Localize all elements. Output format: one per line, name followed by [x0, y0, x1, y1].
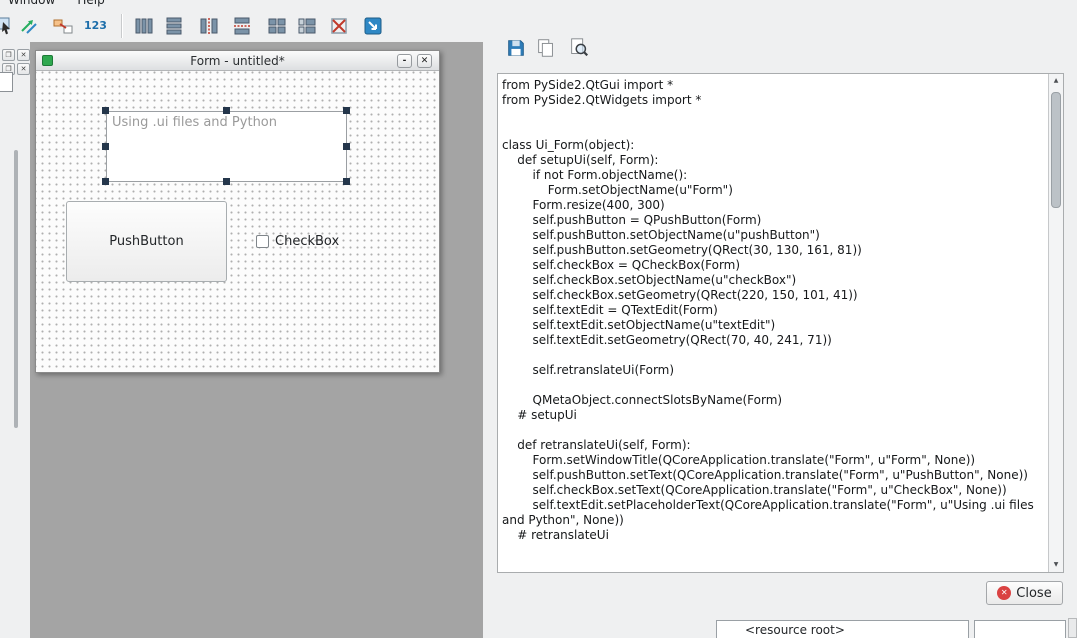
- code-line: self.textEdit = QTextEdit(Form): [502, 303, 1046, 318]
- code-line: self.checkBox.setObjectName(u"checkBox"): [502, 273, 1046, 288]
- selection-handle-bottom-left[interactable]: [102, 178, 109, 185]
- close-button[interactable]: ✕: [417, 54, 432, 68]
- selection-handle-mid-left[interactable]: [102, 143, 109, 150]
- selection-handle-top-left[interactable]: [102, 107, 109, 114]
- code-line: [502, 123, 1046, 138]
- code-line: self.checkBox.setText(QCoreApplication.t…: [502, 483, 1046, 498]
- code-line: Form.resize(400, 300): [502, 198, 1046, 213]
- code-preview-dialog: from PySide2.QtGui import * from PySide2…: [483, 0, 1077, 616]
- form-window-titlebar[interactable]: Form - untitled* - ✕: [36, 51, 439, 71]
- code-line: Form.setObjectName(u"Form"): [502, 183, 1046, 198]
- widget-box-filter-input[interactable]: [0, 72, 13, 92]
- menu-window[interactable]: Window: [8, 0, 55, 7]
- code-line: def retranslateUi(self, Form):: [502, 438, 1046, 453]
- selection-handle-bottom-right[interactable]: [343, 178, 350, 185]
- widget-box-scrollbar[interactable]: [14, 150, 18, 428]
- qt-designer-window: Window Help 123: [0, 0, 1077, 638]
- pushbutton-widget[interactable]: PushButton: [66, 201, 227, 282]
- code-line: self.textEdit.setGeometry(QRect(70, 40, …: [502, 333, 1046, 348]
- dock-close-icon[interactable]: ✕: [17, 63, 30, 75]
- code-line: self.pushButton.setGeometry(QRect(30, 13…: [502, 243, 1046, 258]
- find-icon[interactable]: [568, 37, 590, 59]
- code-line: self.pushButton.setText(QCoreApplication…: [502, 468, 1046, 483]
- resource-panel-fragment: [974, 620, 1066, 638]
- code-line: [502, 348, 1046, 363]
- code-line: self.checkBox = QCheckBox(Form): [502, 258, 1046, 273]
- layout-vertically-icon[interactable]: [163, 15, 185, 37]
- layout-in-form-layout-icon[interactable]: [296, 15, 318, 37]
- code-line: from PySide2.QtWidgets import *: [502, 93, 1046, 108]
- pushbutton-label: PushButton: [109, 234, 183, 249]
- code-line: from PySide2.QtGui import *: [502, 78, 1046, 93]
- form-window-title: Form - untitled*: [36, 54, 439, 68]
- code-line: and Python", None)): [502, 513, 1046, 528]
- dock-close-icon[interactable]: ✕: [17, 49, 30, 61]
- minimize-button[interactable]: -: [397, 54, 412, 68]
- checkbox-indicator[interactable]: [256, 235, 269, 248]
- layout-vertically-in-splitter-icon[interactable]: [231, 15, 253, 37]
- code-scrollbar[interactable]: ▲ ▼: [1048, 74, 1063, 572]
- code-line: # setupUi: [502, 408, 1046, 423]
- code-line: QMetaObject.connectSlotsByName(Form): [502, 393, 1046, 408]
- selection-handle-top-right[interactable]: [343, 107, 350, 114]
- copy-icon[interactable]: [535, 37, 557, 59]
- checkbox-label: CheckBox: [275, 234, 339, 249]
- code-line: Form.setWindowTitle(QCoreApplication.tra…: [502, 453, 1046, 468]
- dock-float-icon[interactable]: ❐: [2, 49, 15, 61]
- resource-scrollbar[interactable]: [1068, 618, 1077, 638]
- textedit-placeholder: Using .ui files and Python: [112, 115, 277, 130]
- save-icon[interactable]: [505, 37, 527, 59]
- edit-tab-order-icon[interactable]: 123: [84, 15, 106, 37]
- break-layout-icon[interactable]: [328, 15, 350, 37]
- textedit-widget[interactable]: Using .ui files and Python: [106, 111, 347, 182]
- close-circle-icon: ✕: [997, 586, 1011, 600]
- code-view[interactable]: from PySide2.QtGui import * from PySide2…: [497, 73, 1064, 573]
- code-line: self.textEdit.setPlaceholderText(QCoreAp…: [502, 498, 1046, 513]
- code-line: # retranslateUi: [502, 528, 1046, 543]
- code-text: from PySide2.QtGui import * from PySide2…: [502, 78, 1046, 570]
- form-designer-window[interactable]: Form - untitled* - ✕ Using .ui files and…: [35, 50, 440, 373]
- code-line: class Ui_Form(object):: [502, 138, 1046, 153]
- code-line: self.retranslateUi(Form): [502, 363, 1046, 378]
- resource-root-item[interactable]: <resource root>: [716, 620, 969, 638]
- code-line: self.textEdit.setObjectName(u"textEdit"): [502, 318, 1046, 333]
- close-button-label: Close: [1016, 586, 1051, 601]
- edit-signals-slots-icon[interactable]: [18, 15, 40, 37]
- code-line: [502, 423, 1046, 438]
- code-line: if not Form.objectName():: [502, 168, 1046, 183]
- selection-handle-mid-right[interactable]: [343, 143, 350, 150]
- code-line: self.pushButton.setObjectName(u"pushButt…: [502, 228, 1046, 243]
- selection-handle-top-center[interactable]: [223, 107, 230, 114]
- code-line: self.checkBox.setGeometry(QRect(220, 150…: [502, 288, 1046, 303]
- form-canvas[interactable]: Using .ui files and Python PushButton Ch…: [36, 71, 439, 372]
- scrollbar-thumb[interactable]: [1051, 92, 1061, 208]
- code-line: self.pushButton = QPushButton(Form): [502, 213, 1046, 228]
- code-line: [502, 108, 1046, 123]
- scroll-down-icon[interactable]: ▼: [1049, 558, 1063, 572]
- edit-widgets-icon[interactable]: [0, 15, 15, 37]
- adjust-size-icon[interactable]: [362, 15, 384, 37]
- checkbox-widget[interactable]: CheckBox: [256, 221, 357, 262]
- layout-horizontally-in-splitter-icon[interactable]: [198, 15, 220, 37]
- edit-buddies-icon[interactable]: [52, 15, 74, 37]
- layout-in-grid-icon[interactable]: [266, 15, 288, 37]
- layout-horizontally-icon[interactable]: [133, 15, 155, 37]
- scroll-up-icon[interactable]: ▲: [1049, 74, 1063, 88]
- code-line: def setupUi(self, Form):: [502, 153, 1046, 168]
- code-line: [502, 378, 1046, 393]
- dialog-close-button[interactable]: ✕ Close: [986, 581, 1063, 605]
- selection-handle-bottom-center[interactable]: [223, 178, 230, 185]
- menu-help[interactable]: Help: [77, 0, 104, 7]
- toolbar-separator: [121, 14, 122, 38]
